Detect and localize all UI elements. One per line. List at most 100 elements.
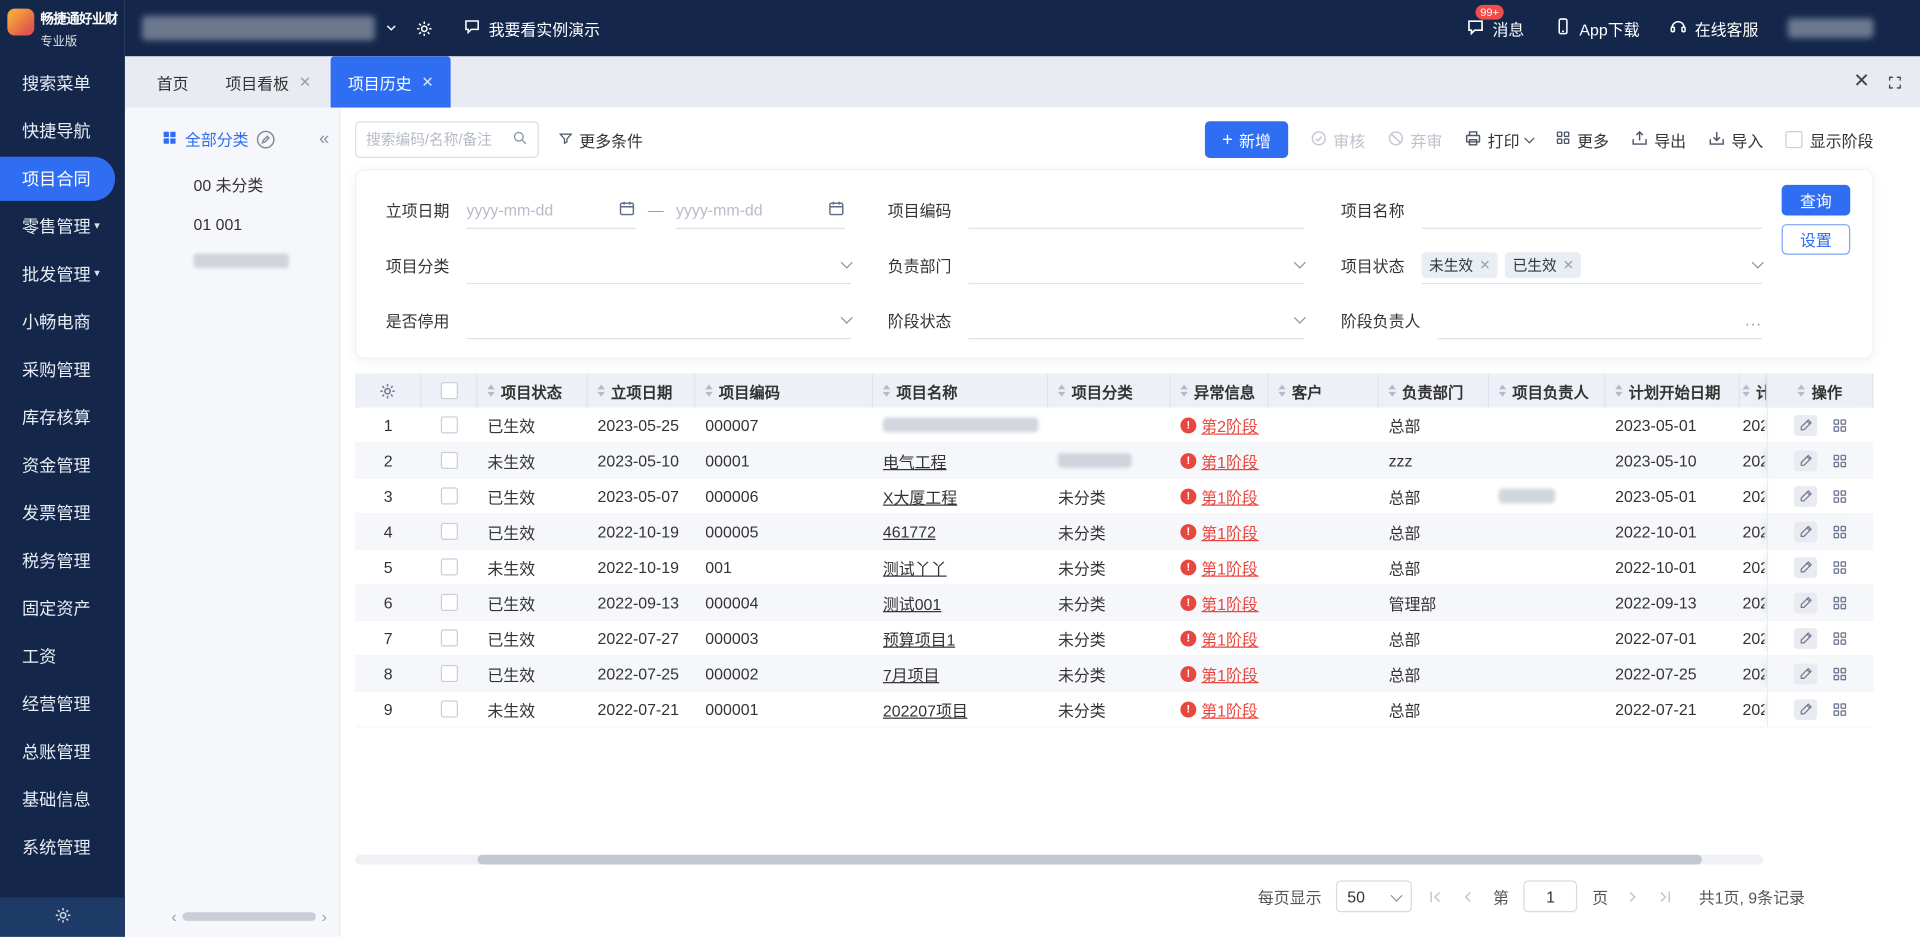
collapse-panel-icon[interactable]: «	[319, 130, 329, 148]
sidebar-item[interactable]: 资金管理	[0, 441, 125, 489]
row-checkbox[interactable]	[440, 664, 458, 683]
settings-button[interactable]: 设置	[1781, 224, 1851, 255]
col-header-status[interactable]: 项目状态	[478, 373, 588, 408]
more-actions-icon[interactable]	[1832, 452, 1848, 468]
search-icon[interactable]	[512, 130, 528, 150]
last-page-button[interactable]	[1656, 887, 1674, 905]
exception-link[interactable]: 第1阶段...	[1201, 662, 1259, 685]
edit-icon[interactable]	[1793, 698, 1818, 720]
row-checkbox[interactable]	[440, 522, 458, 541]
more-actions-icon[interactable]	[1832, 630, 1848, 646]
messages-button[interactable]: 99+ 消息	[1466, 4, 1524, 40]
sidebar-item[interactable]: 发票管理	[0, 489, 125, 537]
col-header-start-date[interactable]: 立项日期	[588, 373, 696, 408]
date-from-field[interactable]	[466, 200, 619, 219]
edit-icon[interactable]	[1793, 485, 1818, 507]
tag-remove-icon[interactable]: ✕	[1563, 257, 1574, 273]
exception-link[interactable]: 第1阶段...	[1201, 591, 1259, 614]
row-checkbox[interactable]	[440, 416, 458, 434]
row-checkbox[interactable]	[440, 593, 458, 612]
page-size-select[interactable]: 50	[1336, 880, 1413, 913]
more-actions-icon[interactable]	[1832, 488, 1848, 504]
sidebar-item[interactable]: 搜索菜单	[0, 59, 125, 107]
col-header-actions[interactable]: 操作	[1766, 373, 1874, 408]
ellipsis-icon[interactable]: ...	[1745, 310, 1762, 328]
exception-link[interactable]: 第1阶段...	[1201, 555, 1259, 578]
disabled-select[interactable]	[466, 302, 853, 339]
category-item[interactable]: 00 未分类	[125, 163, 339, 206]
support-button[interactable]: 在线客服	[1669, 17, 1758, 40]
topbar-gear-icon[interactable]	[415, 19, 433, 37]
scrollbar-thumb[interactable]	[182, 912, 316, 921]
project-name-link[interactable]: X大厦工程	[883, 484, 957, 507]
sidebar-item[interactable]: 批发管理 ▾	[0, 250, 125, 298]
close-all-tabs-icon[interactable]: ✕	[1853, 72, 1869, 92]
table-settings-icon[interactable]	[355, 373, 422, 408]
sidebar-settings-button[interactable]	[0, 897, 125, 937]
sidebar-item[interactable]: 经营管理	[0, 680, 125, 728]
edit-icon[interactable]	[1793, 521, 1818, 542]
search-input[interactable]	[366, 131, 505, 149]
status-select[interactable]: 未生效 ✕ 已生效 ✕	[1421, 247, 1764, 284]
col-header-dept[interactable]: 负责部门	[1379, 373, 1489, 408]
scrollbar-thumb[interactable]	[477, 854, 1703, 865]
tag-remove-icon[interactable]: ✕	[1479, 257, 1490, 273]
exception-link[interactable]: 第1阶段...	[1201, 449, 1259, 472]
show-stage-checkbox[interactable]	[1785, 131, 1803, 149]
exception-link[interactable]: 第1阶段...	[1201, 626, 1259, 649]
sidebar-item[interactable]: 工资	[0, 632, 125, 680]
edit-icon[interactable]	[1793, 556, 1818, 578]
more-actions-icon[interactable]	[1832, 559, 1848, 575]
org-selector[interactable]	[142, 15, 398, 41]
edit-icon[interactable]	[1793, 663, 1818, 684]
category-item[interactable]	[125, 244, 339, 282]
sidebar-item[interactable]: 税务管理	[0, 536, 125, 584]
calendar-icon[interactable]	[618, 199, 635, 220]
date-to-field[interactable]	[675, 200, 828, 219]
sidebar-item[interactable]: 基础信息	[0, 775, 125, 823]
tab-project-board[interactable]: 项目看板 ✕	[208, 56, 328, 107]
sidebar-item[interactable]: 小畅电商	[0, 298, 125, 346]
stage-owner-field[interactable]	[1437, 310, 1746, 329]
close-tab-icon[interactable]: ✕	[421, 73, 433, 90]
date-from-input[interactable]	[466, 192, 636, 229]
more-conditions-button[interactable]: 更多条件	[558, 128, 643, 151]
sidebar-item[interactable]: 零售管理 ▾	[0, 202, 125, 250]
audit-button[interactable]: 审核	[1310, 128, 1365, 151]
sidebar-item[interactable]: 项目合同	[0, 156, 116, 201]
stage-status-select[interactable]	[968, 302, 1306, 339]
show-stage-toggle[interactable]: 显示阶段	[1785, 128, 1873, 151]
project-code-input[interactable]	[968, 200, 1305, 219]
scroll-left-icon[interactable]: ‹	[171, 909, 176, 925]
import-button[interactable]: 导入	[1708, 128, 1763, 151]
col-header-code[interactable]: 项目编码	[696, 373, 874, 408]
col-header-name[interactable]: 项目名称	[873, 373, 1049, 408]
project-name-link[interactable]: 202207项目	[883, 697, 968, 720]
exception-link[interactable]: 第1阶段...	[1201, 697, 1259, 720]
col-header-customer[interactable]: 客户	[1269, 373, 1379, 408]
prev-page-button[interactable]	[1460, 887, 1478, 905]
next-page-button[interactable]	[1623, 887, 1641, 905]
col-header-category[interactable]: 项目分类	[1048, 373, 1171, 408]
app-download-button[interactable]: App下载	[1554, 17, 1640, 40]
tab-project-history[interactable]: 项目历史 ✕	[330, 56, 451, 108]
dept-select[interactable]	[968, 247, 1306, 284]
row-checkbox[interactable]	[440, 558, 458, 576]
query-button[interactable]: 查询	[1781, 184, 1851, 216]
project-name-link[interactable]: 预算项目1	[883, 626, 956, 649]
row-checkbox[interactable]	[440, 629, 458, 647]
first-page-button[interactable]	[1427, 887, 1445, 905]
stage-owner-input[interactable]: ...	[1437, 302, 1763, 339]
more-actions-icon[interactable]	[1832, 523, 1848, 539]
close-tab-icon[interactable]: ✕	[299, 73, 311, 90]
col-header-exception[interactable]: 异常信息	[1171, 373, 1269, 408]
sidebar-item[interactable]: 固定资产	[0, 584, 125, 632]
add-button[interactable]: + 新增	[1205, 121, 1289, 158]
scroll-right-icon[interactable]: ›	[322, 909, 327, 925]
redacted-username[interactable]	[1787, 18, 1874, 38]
sidebar-item[interactable]: 采购管理	[0, 345, 125, 393]
date-to-input[interactable]	[675, 192, 845, 229]
category-select[interactable]	[466, 247, 853, 284]
edit-icon[interactable]	[1793, 450, 1818, 471]
project-name-link[interactable]: 电气工程	[883, 449, 947, 472]
